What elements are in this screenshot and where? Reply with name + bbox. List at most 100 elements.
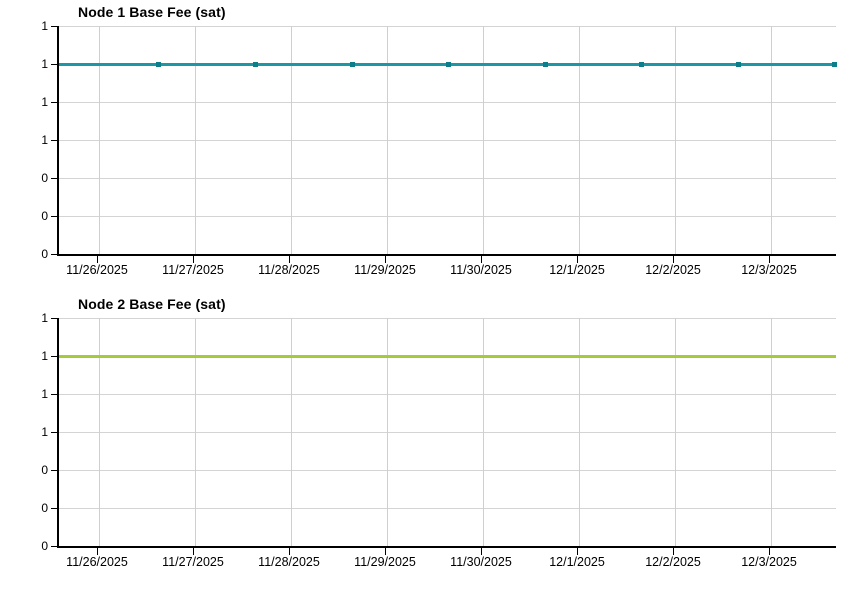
- x-axis-tick: [97, 256, 98, 263]
- x-axis-label: 11/30/2025: [433, 555, 529, 569]
- y-axis-tick: [51, 26, 57, 27]
- x-axis-label: 11/26/2025: [49, 555, 145, 569]
- grid-line-vertical: [99, 318, 100, 546]
- x-axis-label: 11/29/2025: [337, 555, 433, 569]
- x-axis-tick: [385, 548, 386, 555]
- x-axis-label: 12/3/2025: [721, 555, 817, 569]
- x-axis-tick: [289, 548, 290, 555]
- y-axis-label: 0: [0, 246, 48, 262]
- grid-line-horizontal: [59, 140, 836, 141]
- plot-area: [57, 318, 836, 548]
- grid-line-vertical: [195, 318, 196, 546]
- x-axis-tick: [769, 256, 770, 263]
- y-axis-tick: [51, 394, 57, 395]
- x-axis-label: 12/2/2025: [625, 263, 721, 277]
- y-axis-label: 1: [0, 132, 48, 148]
- chart-title: Node 2 Base Fee (sat): [78, 296, 226, 312]
- data-point-marker: [253, 62, 258, 67]
- y-axis-tick: [51, 140, 57, 141]
- data-line: [59, 355, 836, 358]
- grid-line-horizontal: [59, 102, 836, 103]
- y-axis-label: 0: [0, 500, 48, 516]
- data-point-marker: [350, 62, 355, 67]
- data-point-marker: [736, 62, 741, 67]
- y-axis-tick: [51, 318, 57, 319]
- y-axis-tick: [51, 432, 57, 433]
- grid-line-horizontal: [59, 26, 836, 27]
- grid-line-vertical: [387, 26, 388, 254]
- y-axis-tick: [51, 102, 57, 103]
- x-axis-label: 12/2/2025: [625, 555, 721, 569]
- data-point-marker: [543, 62, 548, 67]
- x-axis-tick: [673, 256, 674, 263]
- x-axis-label: 11/26/2025: [49, 263, 145, 277]
- grid-line-vertical: [387, 318, 388, 546]
- x-axis-label: 11/29/2025: [337, 263, 433, 277]
- grid-line-vertical: [291, 318, 292, 546]
- data-point-marker: [156, 62, 161, 67]
- grid-line-horizontal: [59, 318, 836, 319]
- grid-line-horizontal: [59, 508, 836, 509]
- grid-line-horizontal: [59, 394, 836, 395]
- x-axis-tick: [481, 548, 482, 555]
- y-axis-label: 1: [0, 310, 48, 326]
- y-axis-tick: [51, 216, 57, 217]
- data-point-marker: [639, 62, 644, 67]
- y-axis-label: 1: [0, 18, 48, 34]
- grid-line-horizontal: [59, 216, 836, 217]
- x-axis-tick: [289, 256, 290, 263]
- x-axis-label: 12/1/2025: [529, 555, 625, 569]
- x-axis-tick: [577, 548, 578, 555]
- y-axis-tick: [51, 254, 57, 255]
- y-axis-tick: [51, 508, 57, 509]
- x-axis-tick: [577, 256, 578, 263]
- x-axis-tick: [97, 548, 98, 555]
- x-axis-tick: [193, 548, 194, 555]
- grid-line-vertical: [579, 26, 580, 254]
- y-axis-tick: [51, 178, 57, 179]
- base-fee-chart-node-2: Node 2 Base Fee (sat) 111100011/26/20251…: [0, 292, 860, 584]
- x-axis-label: 11/28/2025: [241, 555, 337, 569]
- grid-line-vertical: [675, 318, 676, 546]
- x-axis-label: 11/30/2025: [433, 263, 529, 277]
- x-axis-label: 12/3/2025: [721, 263, 817, 277]
- y-axis-label: 0: [0, 170, 48, 186]
- y-axis-label: 1: [0, 386, 48, 402]
- y-axis-tick: [51, 64, 57, 65]
- grid-line-vertical: [771, 318, 772, 546]
- plot-area: [57, 26, 836, 256]
- grid-line-vertical: [675, 26, 676, 254]
- data-point-marker: [446, 62, 451, 67]
- y-axis-tick: [51, 470, 57, 471]
- grid-line-vertical: [99, 26, 100, 254]
- x-axis-label: 11/27/2025: [145, 263, 241, 277]
- y-axis-label: 1: [0, 56, 48, 72]
- grid-line-vertical: [195, 26, 196, 254]
- y-axis-tick: [51, 356, 57, 357]
- x-axis-tick: [193, 256, 194, 263]
- dashboard-canvas: { "style_colors": { "axis": "#000000", "…: [0, 0, 860, 600]
- grid-line-horizontal: [59, 432, 836, 433]
- grid-line-vertical: [483, 318, 484, 546]
- y-axis-label: 0: [0, 208, 48, 224]
- grid-line-vertical: [291, 26, 292, 254]
- x-axis-tick: [481, 256, 482, 263]
- base-fee-chart-node-1: Node 1 Base Fee (sat) 111100011/26/20251…: [0, 0, 860, 292]
- y-axis-label: 0: [0, 538, 48, 554]
- grid-line-vertical: [579, 318, 580, 546]
- chart-title: Node 1 Base Fee (sat): [78, 4, 226, 20]
- x-axis-label: 12/1/2025: [529, 263, 625, 277]
- x-axis-label: 11/27/2025: [145, 555, 241, 569]
- x-axis-tick: [385, 256, 386, 263]
- y-axis-label: 1: [0, 424, 48, 440]
- grid-line-vertical: [771, 26, 772, 254]
- x-axis-tick: [769, 548, 770, 555]
- y-axis-tick: [51, 546, 57, 547]
- x-axis-label: 11/28/2025: [241, 263, 337, 277]
- y-axis-label: 0: [0, 462, 48, 478]
- x-axis-tick: [673, 548, 674, 555]
- grid-line-vertical: [483, 26, 484, 254]
- grid-line-horizontal: [59, 470, 836, 471]
- y-axis-label: 1: [0, 348, 48, 364]
- y-axis-label: 1: [0, 94, 48, 110]
